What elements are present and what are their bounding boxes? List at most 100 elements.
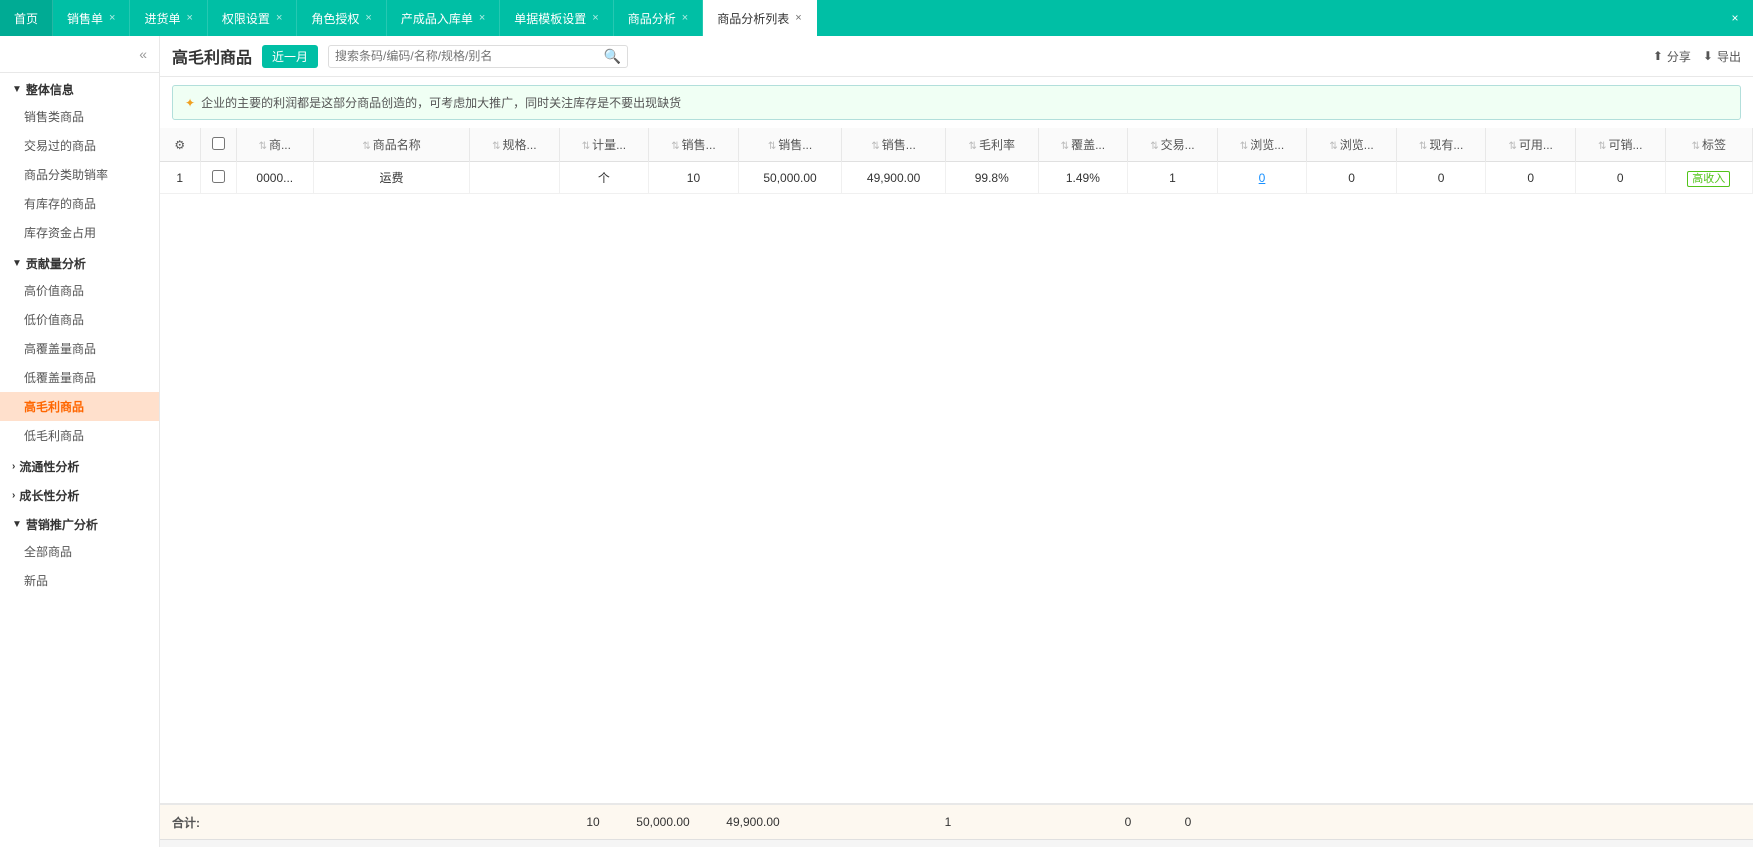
col-checkbox[interactable] <box>200 128 236 162</box>
share-icon: ⬆ <box>1653 49 1663 63</box>
nav-item-purchase[interactable]: 进货单 × <box>130 0 207 36</box>
footer-spacer-3 <box>308 815 368 829</box>
info-star-icon: ✦ <box>185 96 195 110</box>
products-table: ⚙ ⇅商... ⇅商品名称 ⇅规格... <box>160 128 1753 194</box>
bottom-scrollbar[interactable] <box>160 839 1753 847</box>
cell-spec <box>470 162 560 194</box>
footer-sales-qty: 10 <box>568 815 618 829</box>
footer-stock-available: 0 <box>1158 815 1218 829</box>
sidebar-item-low-coverage[interactable]: 低覆盖量商品 <box>0 363 159 392</box>
nav-item-product-analysis[interactable]: 商品分析 × <box>614 0 703 36</box>
cell-sales-amt: 50,000.00 <box>738 162 842 194</box>
col-stock-available[interactable]: ⇅可用... <box>1486 128 1576 162</box>
col-stock-current[interactable]: ⇅现有... <box>1396 128 1486 162</box>
footer-spacer-5 <box>468 815 528 829</box>
footer-spacer-6 <box>528 815 568 829</box>
nav-item-permissions[interactable]: 权限设置 × <box>208 0 297 36</box>
table-header-row: ⚙ ⇅商... ⇅商品名称 ⇅规格... <box>160 128 1753 162</box>
sidebar-item-category-rate[interactable]: 商品分类助销率 <box>0 160 159 189</box>
sidebar-group-liquidity[interactable]: › 流通性分析 <box>0 450 159 479</box>
sidebar-group-overview[interactable]: ▼ 整体信息 <box>0 73 159 102</box>
col-code[interactable]: ⇅商... <box>236 128 314 162</box>
sidebar-item-low-value[interactable]: 低价值商品 <box>0 305 159 334</box>
cell-name: 运费 <box>314 162 470 194</box>
cell-sales-cost: 49,900.00 <box>842 162 946 194</box>
col-views2[interactable]: ⇅浏览... <box>1307 128 1397 162</box>
close-product-entry-tab[interactable]: × <box>479 12 485 24</box>
cell-stock-sellable: 0 <box>1575 162 1665 194</box>
col-coverage[interactable]: ⇅覆盖... <box>1038 128 1128 162</box>
footer-margin-spacer <box>798 815 858 829</box>
sidebar-item-traded-goods[interactable]: 交易过的商品 <box>0 131 159 160</box>
nav-item-sales[interactable]: 销售单 × <box>53 0 130 36</box>
close-purchase-tab[interactable]: × <box>186 12 192 24</box>
nav-item-product-entry[interactable]: 产成品入库单 × <box>387 0 500 36</box>
col-unit[interactable]: ⇅计量... <box>559 128 649 162</box>
close-sales-tab[interactable]: × <box>109 12 115 24</box>
col-sales-amt[interactable]: ⇅销售... <box>738 128 842 162</box>
sidebar-item-high-coverage[interactable]: 高覆盖量商品 <box>0 334 159 363</box>
cell-stock-available: 0 <box>1486 162 1576 194</box>
sidebar-item-high-margin[interactable]: 高毛利商品 <box>0 392 159 421</box>
col-stock-sellable[interactable]: ⇅可销... <box>1575 128 1665 162</box>
col-sales-cost[interactable]: ⇅销售... <box>842 128 946 162</box>
footer-coverage-spacer <box>858 815 918 829</box>
close-template-tab[interactable]: × <box>592 12 598 24</box>
nav-item-home[interactable]: 首页 <box>0 0 53 36</box>
col-sales-qty[interactable]: ⇅销售... <box>649 128 739 162</box>
content-header: 高毛利商品 近一月 🔍 ⬆ 分享 ⬇ 导出 <box>160 36 1753 77</box>
cell-unit: 个 <box>559 162 649 194</box>
sidebar-item-low-margin[interactable]: 低毛利商品 <box>0 421 159 450</box>
close-permissions-tab[interactable]: × <box>276 12 282 24</box>
col-transactions[interactable]: ⇅交易... <box>1128 128 1218 162</box>
col-settings[interactable]: ⚙ <box>160 128 200 162</box>
table-container[interactable]: ⚙ ⇅商... ⇅商品名称 ⇅规格... <box>160 128 1753 803</box>
tag-badge: 高收入 <box>1687 171 1730 187</box>
sidebar: « ▼ 整体信息 销售类商品 交易过的商品 商品分类助销率 有库存的商品 库存资… <box>0 36 160 847</box>
col-views1[interactable]: ⇅浏览... <box>1217 128 1307 162</box>
sidebar-item-stock-capital[interactable]: 库存资金占用 <box>0 218 159 247</box>
footer-stock-current: 0 <box>1098 815 1158 829</box>
info-banner: ✦ 企业的主要的利润都是这部分商品创造的，可考虑加大推广，同时关注库存是不要出现… <box>172 85 1741 120</box>
close-all-tabs-button[interactable]: × <box>1717 0 1753 36</box>
content-area: 高毛利商品 近一月 🔍 ⬆ 分享 ⬇ 导出 ✦ 企业的主要的利润都是这部分商品创… <box>160 36 1753 847</box>
cell-views1[interactable]: 0 <box>1217 162 1307 194</box>
sidebar-item-in-stock[interactable]: 有库存的商品 <box>0 189 159 218</box>
close-roles-tab[interactable]: × <box>365 12 371 24</box>
share-button[interactable]: ⬆ 分享 <box>1653 48 1691 65</box>
footer-spacer-1 <box>232 815 272 829</box>
expand-arrow-liquidity: › <box>12 461 15 472</box>
close-product-analysis-list-tab[interactable]: × <box>795 12 801 24</box>
col-tag[interactable]: ⇅标签 <box>1665 128 1752 162</box>
sidebar-item-all-goods[interactable]: 全部商品 <box>0 537 159 566</box>
row-checkbox[interactable] <box>212 170 225 183</box>
export-icon: ⬇ <box>1703 49 1713 63</box>
footer-values: 10 50,000.00 49,900.00 1 0 0 <box>232 815 1218 829</box>
col-spec[interactable]: ⇅规格... <box>470 128 560 162</box>
search-input[interactable] <box>335 49 604 63</box>
sidebar-collapse-btn[interactable]: « <box>135 42 151 66</box>
nav-item-template[interactable]: 单据模板设置 × <box>500 0 613 36</box>
sidebar-group-growth[interactable]: › 成长性分析 <box>0 479 159 508</box>
sidebar-group-contribution[interactable]: ▼ 贡献量分析 <box>0 247 159 276</box>
sidebar-item-new-goods[interactable]: 新品 <box>0 566 159 595</box>
footer-transactions: 1 <box>918 815 978 829</box>
sidebar-item-high-value[interactable]: 高价值商品 <box>0 276 159 305</box>
main-layout: « ▼ 整体信息 销售类商品 交易过的商品 商品分类助销率 有库存的商品 库存资… <box>0 36 1753 847</box>
sidebar-group-marketing[interactable]: ▼ 营销推广分析 <box>0 508 159 537</box>
select-all-checkbox[interactable] <box>212 137 225 150</box>
export-button[interactable]: ⬇ 导出 <box>1703 48 1741 65</box>
footer-spacer-4 <box>368 815 468 829</box>
cell-index: 1 <box>160 162 200 194</box>
nav-item-product-analysis-list[interactable]: 商品分析列表 × <box>703 0 816 36</box>
col-margin-rate[interactable]: ⇅毛利率 <box>945 128 1038 162</box>
close-product-analysis-tab[interactable]: × <box>682 12 688 24</box>
footer-views1-spacer <box>978 815 1038 829</box>
time-filter-button[interactable]: 近一月 <box>262 45 318 68</box>
col-name[interactable]: ⇅商品名称 <box>314 128 470 162</box>
nav-item-roles[interactable]: 角色授权 × <box>297 0 386 36</box>
sidebar-item-sales-goods[interactable]: 销售类商品 <box>0 102 159 131</box>
cell-checkbox[interactable] <box>200 162 236 194</box>
search-icon[interactable]: 🔍 <box>604 48 621 65</box>
footer-views2-spacer <box>1038 815 1098 829</box>
